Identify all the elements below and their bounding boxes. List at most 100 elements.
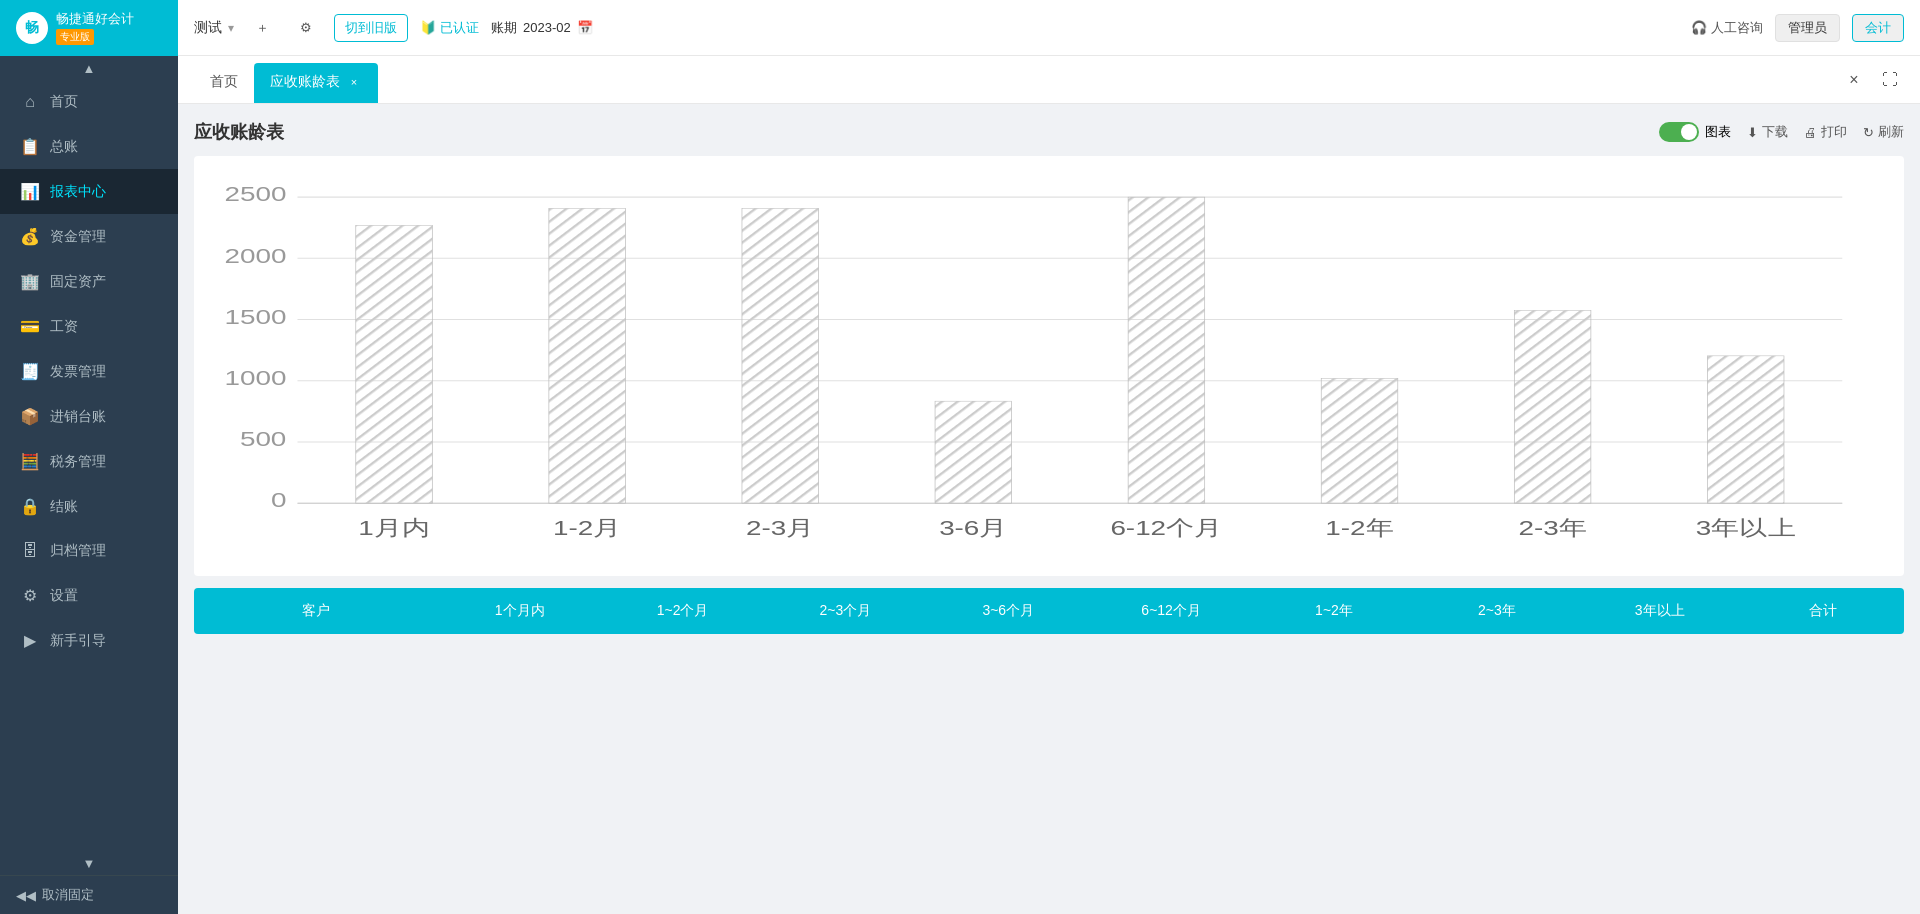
svg-text:2-3月: 2-3月 [746,516,814,539]
close-icon: 🔒 [20,497,40,516]
company-selector[interactable]: 测试 ▾ [194,19,234,37]
svg-text:6-12个月: 6-12个月 [1110,516,1222,539]
sidebar-item-guide[interactable]: ▶ 新手引导 [0,618,178,663]
scroll-up-btn[interactable]: ▲ [0,56,178,80]
tab-report-close[interactable]: × [346,74,362,90]
svg-text:1500: 1500 [224,305,286,328]
tab-report[interactable]: 应收账龄表 × [254,63,378,103]
svg-rect-22 [549,208,626,503]
reports-icon: 📊 [20,182,40,201]
tab-report-label: 应收账龄表 [270,73,340,91]
svg-rect-27 [1514,310,1591,503]
sidebar: 畅 畅捷通好会计 专业版 ▲ ⌂ 首页 📋 总账 📊 报表中心 💰 资金管理 🏢… [0,0,178,914]
sidebar-item-assets[interactable]: 🏢 固定资产 [0,259,178,304]
print-label: 打印 [1821,123,1847,141]
old-version-button[interactable]: 切到旧版 [334,14,408,42]
service-label: 人工咨询 [1711,19,1763,37]
svg-rect-25 [1128,197,1205,503]
topbar: 测试 ▾ ＋ ⚙ 切到旧版 🔰 已认证 账期 2023-02 📅 🎧 人工咨询 … [178,0,1920,56]
sidebar-label-purchase: 进销台账 [50,408,106,426]
download-label: 下载 [1762,123,1788,141]
svg-text:500: 500 [240,427,286,450]
sidebar-label-archive: 归档管理 [50,542,106,560]
app-edition: 专业版 [56,29,94,45]
svg-text:1-2月: 1-2月 [553,516,621,539]
invoice-icon: 🧾 [20,362,40,381]
tabs-bar: 首页 应收账龄表 × × ⛶ [178,56,1920,104]
chevron-down-icon: ▾ [228,21,234,35]
sidebar-label-close: 结账 [50,498,78,516]
svg-rect-28 [1707,356,1784,503]
print-icon: 🖨 [1804,125,1817,140]
unpin-button[interactable]: ◀◀ 取消固定 [0,875,178,914]
sidebar-label-invoice: 发票管理 [50,363,106,381]
sidebar-item-funds[interactable]: 💰 资金管理 [0,214,178,259]
svg-rect-23 [742,208,819,503]
calendar-icon[interactable]: 📅 [577,20,593,35]
svg-text:2000: 2000 [224,244,286,267]
sidebar-item-ledger[interactable]: 📋 总账 [0,124,178,169]
add-button[interactable]: ＋ [246,12,278,44]
svg-text:1月内: 1月内 [358,516,430,539]
chart-toggle-label: 图表 [1705,123,1731,141]
download-icon: ⬇ [1747,125,1758,140]
assets-icon: 🏢 [20,272,40,291]
refresh-button[interactable]: ↻ 刷新 [1863,123,1904,141]
table-header-cell: 3~6个月 [927,588,1090,634]
sidebar-item-reports[interactable]: 📊 报表中心 [0,169,178,214]
archive-icon: 🗄 [20,542,40,560]
service-button[interactable]: 🎧 人工咨询 [1691,19,1763,37]
table-header-cell: 1~2年 [1253,588,1416,634]
report-actions: 图表 ⬇ 下载 🖨 打印 ↻ 刷新 [1659,122,1904,142]
role-button[interactable]: 会计 [1852,14,1904,42]
certified-badge: 🔰 已认证 [420,19,479,37]
sidebar-label-guide: 新手引导 [50,632,106,650]
ledger-icon: 📋 [20,137,40,156]
sidebar-label-reports: 报表中心 [50,183,106,201]
svg-text:2500: 2500 [224,183,286,206]
sidebar-item-purchase[interactable]: 📦 进销台账 [0,394,178,439]
guide-icon: ▶ [20,631,40,650]
chart-toggle-switch[interactable] [1659,122,1699,142]
sidebar-item-payroll[interactable]: 💳 工资 [0,304,178,349]
sidebar-item-close[interactable]: 🔒 结账 [0,484,178,529]
scroll-down-btn[interactable]: ▼ [0,851,178,875]
table-header-cell: 6~12个月 [1090,588,1253,634]
certified-label: 已认证 [440,19,479,37]
sidebar-label-payroll: 工资 [50,318,78,336]
company-name: 测试 [194,19,222,37]
svg-text:2-3年: 2-3年 [1518,516,1586,539]
sidebar-item-tax[interactable]: 🧮 税务管理 [0,439,178,484]
svg-rect-26 [1321,379,1398,504]
unpin-label: 取消固定 [42,886,94,904]
table-header-cell: 1个月内 [438,588,601,634]
sidebar-item-home[interactable]: ⌂ 首页 [0,80,178,124]
sidebar-item-archive[interactable]: 🗄 归档管理 [0,529,178,573]
chart-container: 05001000150020002500 1月内1-2月2-3月3-6月6-12… [194,156,1904,576]
main-area: 测试 ▾ ＋ ⚙ 切到旧版 🔰 已认证 账期 2023-02 📅 🎧 人工咨询 … [178,0,1920,914]
bar-chart: 05001000150020002500 1月内1-2月2-3月3-6月6-12… [214,176,1884,556]
sidebar-nav: ⌂ 首页 📋 总账 📊 报表中心 💰 资金管理 🏢 固定资产 💳 工资 🧾 发票… [0,80,178,851]
tab-close-btn[interactable]: × [1840,66,1868,94]
table-header: 客户1个月内1~2个月2~3个月3~6个月6~12个月1~2年2~3年3年以上合… [194,588,1904,634]
table-header-cell: 3年以上 [1578,588,1741,634]
table-header-cell: 客户 [194,588,438,634]
table-header-cell: 2~3个月 [764,588,927,634]
tab-home[interactable]: 首页 [194,63,254,103]
svg-text:1-2年: 1-2年 [1325,516,1393,539]
sidebar-item-invoice[interactable]: 🧾 发票管理 [0,349,178,394]
sidebar-logo: 畅 畅捷通好会计 专业版 [0,0,178,56]
tab-expand-btn[interactable]: ⛶ [1876,66,1904,94]
settings-icon: ⚙ [20,586,40,605]
svg-text:0: 0 [271,489,286,512]
settings-icon[interactable]: ⚙ [290,12,322,44]
user-button[interactable]: 管理员 [1775,14,1840,42]
table-header-cell: 合计 [1741,588,1904,634]
period-info: 账期 2023-02 📅 [491,19,593,37]
sidebar-item-settings[interactable]: ⚙ 设置 [0,573,178,618]
period-label: 账期 [491,19,517,37]
print-button[interactable]: 🖨 打印 [1804,123,1847,141]
refresh-icon: ↻ [1863,125,1874,140]
svg-text:3年以上: 3年以上 [1696,516,1796,539]
download-button[interactable]: ⬇ 下载 [1747,123,1788,141]
